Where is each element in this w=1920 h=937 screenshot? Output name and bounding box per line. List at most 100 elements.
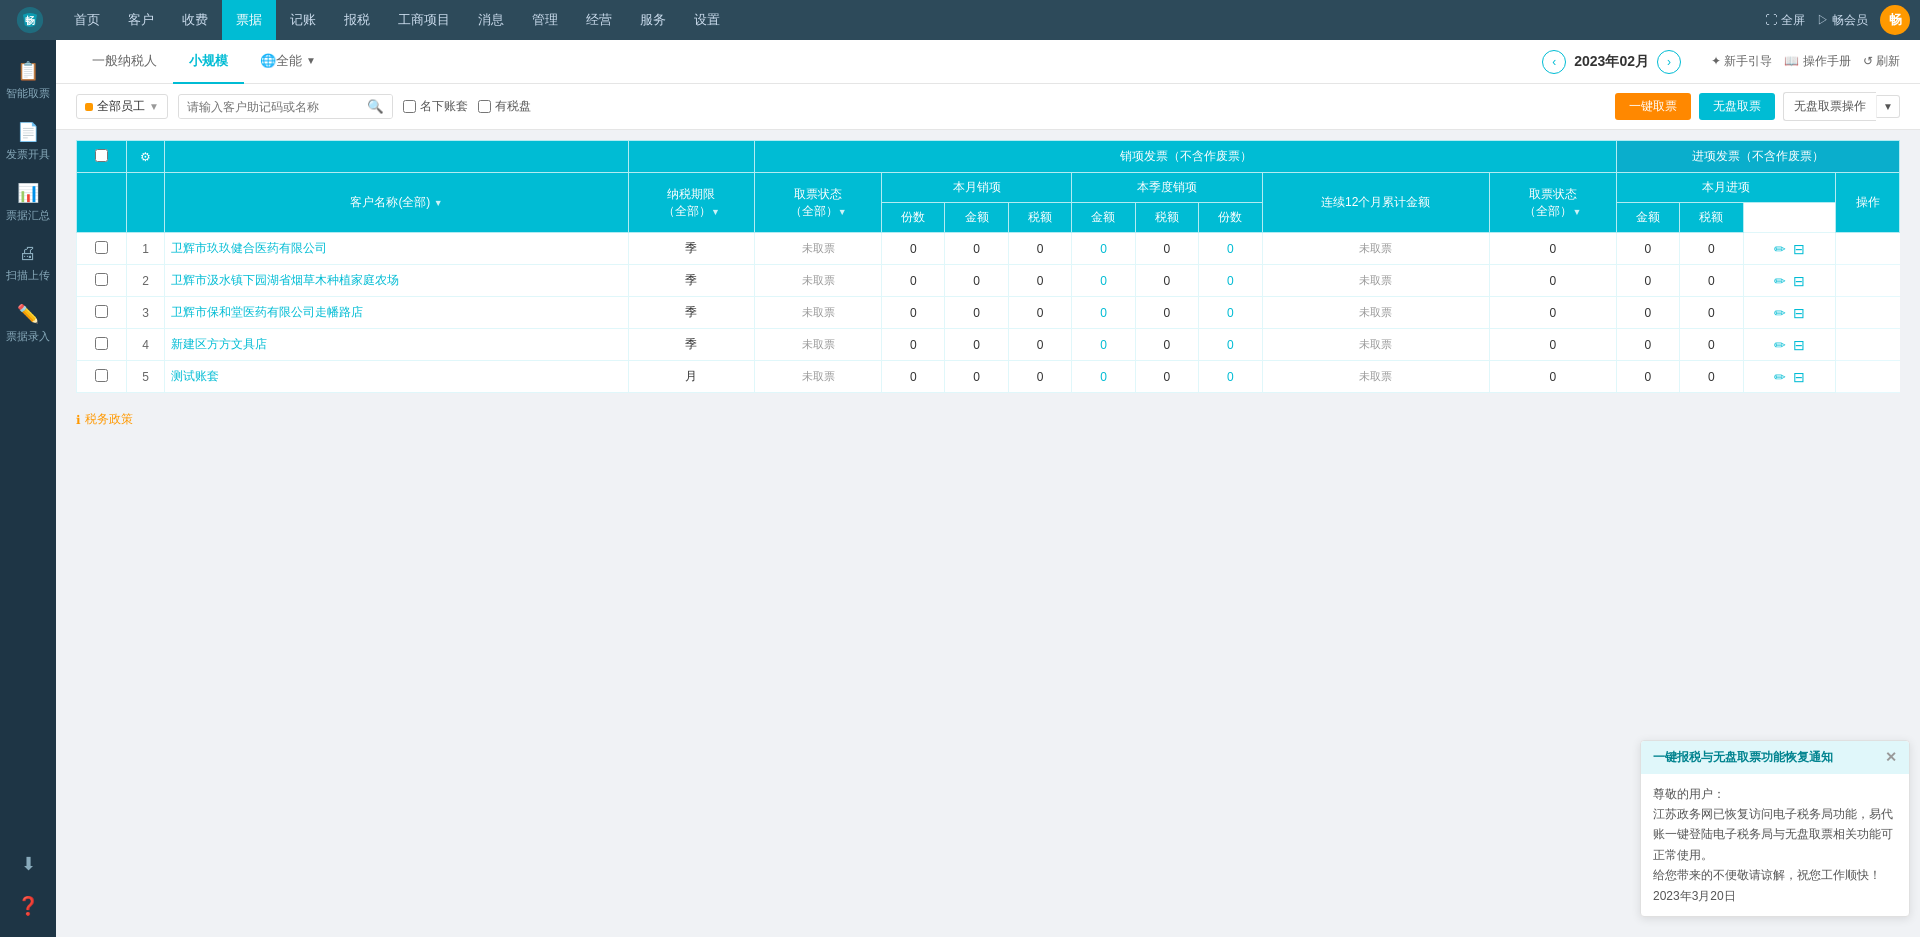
period-next-btn[interactable]: › bbox=[1657, 50, 1681, 74]
sidebar-item-summary[interactable]: 📊 票据汇总 bbox=[0, 172, 56, 233]
sidebar-item-download[interactable]: ⬇ bbox=[0, 843, 56, 885]
row-sales-month-amount: 0 bbox=[945, 265, 1008, 297]
nav-economy[interactable]: 经营 bbox=[572, 0, 626, 40]
name-filter-icon[interactable]: ▼ bbox=[434, 198, 443, 208]
period-filter-icon[interactable]: ▼ bbox=[711, 207, 720, 217]
row-input-month-amount: 0 bbox=[1616, 265, 1679, 297]
tax-policy-label[interactable]: 税务政策 bbox=[85, 411, 133, 428]
search-box: 🔍 bbox=[178, 94, 393, 119]
no-disk-ops-arrow[interactable]: ▼ bbox=[1876, 95, 1900, 118]
tab-general[interactable]: 一般纳税人 bbox=[76, 40, 173, 84]
row-checkbox[interactable] bbox=[95, 369, 108, 382]
row-checkbox[interactable] bbox=[95, 305, 108, 318]
cumulative-link[interactable]: 0 bbox=[1227, 306, 1234, 320]
employee-select[interactable]: 全部员工 ▼ bbox=[76, 94, 168, 119]
tax-disk-checkbox[interactable] bbox=[478, 100, 491, 113]
nav-home[interactable]: 首页 bbox=[60, 0, 114, 40]
quarter-amount-link[interactable]: 0 bbox=[1100, 274, 1107, 288]
sidebar-item-smart-fetch[interactable]: 📋 智能取票 bbox=[0, 50, 56, 111]
row-checkbox[interactable] bbox=[95, 273, 108, 286]
input-status-filter-icon[interactable]: ▼ bbox=[1572, 207, 1581, 217]
th-month-sales: 本月销项 bbox=[882, 173, 1072, 203]
header-settings-col: ⚙ bbox=[126, 141, 164, 173]
nav-account[interactable]: 记账 bbox=[276, 0, 330, 40]
row-name-link[interactable]: 新建区方方文具店 bbox=[171, 337, 267, 351]
nav-tax[interactable]: 报税 bbox=[330, 0, 384, 40]
nav-settings[interactable]: 设置 bbox=[680, 0, 734, 40]
cumulative-link[interactable]: 0 bbox=[1227, 274, 1234, 288]
row-action-cell: ✏ ⊟ bbox=[1743, 329, 1836, 361]
row-num: 3 bbox=[142, 306, 149, 320]
sidebar-item-issue[interactable]: 📄 发票开具 bbox=[0, 111, 56, 172]
guide-btn[interactable]: ✦ 新手引导 bbox=[1711, 53, 1772, 70]
member-btn[interactable]: ▷ 畅会员 bbox=[1817, 12, 1868, 29]
row-name-link[interactable]: 卫辉市汲水镇下园湖省烟草木种植家庭农场 bbox=[171, 273, 399, 287]
period-prev-btn[interactable]: ‹ bbox=[1542, 50, 1566, 74]
edit-icon[interactable]: ✏ bbox=[1774, 337, 1786, 353]
quarter-amount-link[interactable]: 0 bbox=[1100, 370, 1107, 384]
nav-msg[interactable]: 消息 bbox=[464, 0, 518, 40]
notification-close-btn[interactable]: ✕ bbox=[1885, 749, 1897, 765]
quarter-amount-link[interactable]: 0 bbox=[1100, 338, 1107, 352]
edit-icon[interactable]: ✏ bbox=[1774, 273, 1786, 289]
tab-all[interactable]: 🌐 全能 ▼ bbox=[244, 40, 332, 84]
row-name-link[interactable]: 卫辉市保和堂医药有限公司走幡路店 bbox=[171, 305, 363, 319]
cumulative-link[interactable]: 0 bbox=[1227, 338, 1234, 352]
search-button[interactable]: 🔍 bbox=[359, 95, 392, 118]
sub-header-row1: 客户名称(全部) ▼ 纳税期限（全部）▼ 取票状态（全部）▼ 本月销项 本季度销… bbox=[77, 173, 1900, 203]
row-name-link[interactable]: 卫辉市玖玖健合医药有限公司 bbox=[171, 241, 327, 255]
edit-icon[interactable]: ✏ bbox=[1774, 241, 1786, 257]
more-icon[interactable]: ⊟ bbox=[1793, 337, 1805, 353]
row-checkbox[interactable] bbox=[95, 337, 108, 350]
nav-right-actions: ⛶ 全屏 ▷ 畅会员 畅 bbox=[1765, 5, 1910, 35]
period-right-actions: ✦ 新手引导 📖 操作手册 ↺ 刷新 bbox=[1711, 53, 1900, 70]
my-account-checkbox[interactable] bbox=[403, 100, 416, 113]
cumulative-link[interactable]: 0 bbox=[1227, 370, 1234, 384]
refresh-btn[interactable]: ↺ 刷新 bbox=[1863, 53, 1900, 70]
more-icon[interactable]: ⊟ bbox=[1793, 241, 1805, 257]
more-icon[interactable]: ⊟ bbox=[1793, 273, 1805, 289]
cumulative-link[interactable]: 0 bbox=[1227, 242, 1234, 256]
nav-service[interactable]: 服务 bbox=[626, 0, 680, 40]
more-icon[interactable]: ⊟ bbox=[1793, 305, 1805, 321]
select-all-checkbox[interactable] bbox=[95, 149, 108, 162]
row-checkbox[interactable] bbox=[95, 241, 108, 254]
nav-fee[interactable]: 收费 bbox=[168, 0, 222, 40]
th-name: 客户名称(全部) ▼ bbox=[165, 173, 628, 233]
sidebar-item-entry[interactable]: ✏️ 票据录入 bbox=[0, 293, 56, 354]
row-action-cell: ✏ ⊟ bbox=[1743, 297, 1836, 329]
sidebar-item-help[interactable]: ❓ bbox=[0, 885, 56, 927]
nav-business[interactable]: 工商项目 bbox=[384, 0, 464, 40]
notification-title: 一键报税与无盘取票功能恢复通知 bbox=[1653, 749, 1833, 766]
sidebar-item-scan[interactable]: 🖨 扫描上传 bbox=[0, 233, 56, 293]
row-checkbox-cell bbox=[77, 233, 127, 265]
search-input[interactable] bbox=[179, 96, 359, 118]
tax-footer[interactable]: ℹ 税务政策 bbox=[56, 403, 1920, 436]
manual-btn[interactable]: 📖 操作手册 bbox=[1784, 53, 1850, 70]
no-disk-fetch-btn[interactable]: 无盘取票 bbox=[1699, 93, 1775, 120]
checkbox-tax-disk[interactable]: 有税盘 bbox=[478, 98, 531, 115]
th-period: 纳税期限（全部）▼ bbox=[628, 173, 755, 233]
nav-client[interactable]: 客户 bbox=[114, 0, 168, 40]
nav-manage[interactable]: 管理 bbox=[518, 0, 572, 40]
row-name-link[interactable]: 测试账套 bbox=[171, 369, 219, 383]
quarter-amount-link[interactable]: 0 bbox=[1100, 242, 1107, 256]
edit-icon[interactable]: ✏ bbox=[1774, 305, 1786, 321]
avatar[interactable]: 畅 bbox=[1880, 5, 1910, 35]
notification-body: 尊敬的用户： 江苏政务网已恢复访问电子税务局功能，易代账一键登陆电子税务局与无盘… bbox=[1641, 774, 1909, 916]
row-cumulative-amount: 0 bbox=[1199, 233, 1262, 265]
checkbox-my-account[interactable]: 名下账套 bbox=[403, 98, 468, 115]
quarter-amount-link[interactable]: 0 bbox=[1100, 306, 1107, 320]
one-click-fetch-btn[interactable]: 一键取票 bbox=[1615, 93, 1691, 120]
fullscreen-btn[interactable]: ⛶ 全屏 bbox=[1765, 12, 1804, 29]
no-disk-ops-main[interactable]: 无盘取票操作 bbox=[1783, 92, 1876, 121]
row-name-cell: 测试账套 bbox=[165, 361, 628, 393]
more-icon[interactable]: ⊟ bbox=[1793, 369, 1805, 385]
row-sales-status-cell: 未取票 bbox=[755, 329, 882, 361]
tab-small[interactable]: 小规模 bbox=[173, 40, 244, 84]
sales-status-filter-icon[interactable]: ▼ bbox=[838, 207, 847, 217]
edit-icon[interactable]: ✏ bbox=[1774, 369, 1786, 385]
settings-icon[interactable]: ⚙ bbox=[140, 150, 151, 164]
employee-dot bbox=[85, 103, 93, 111]
nav-invoice[interactable]: 票据 bbox=[222, 0, 276, 40]
